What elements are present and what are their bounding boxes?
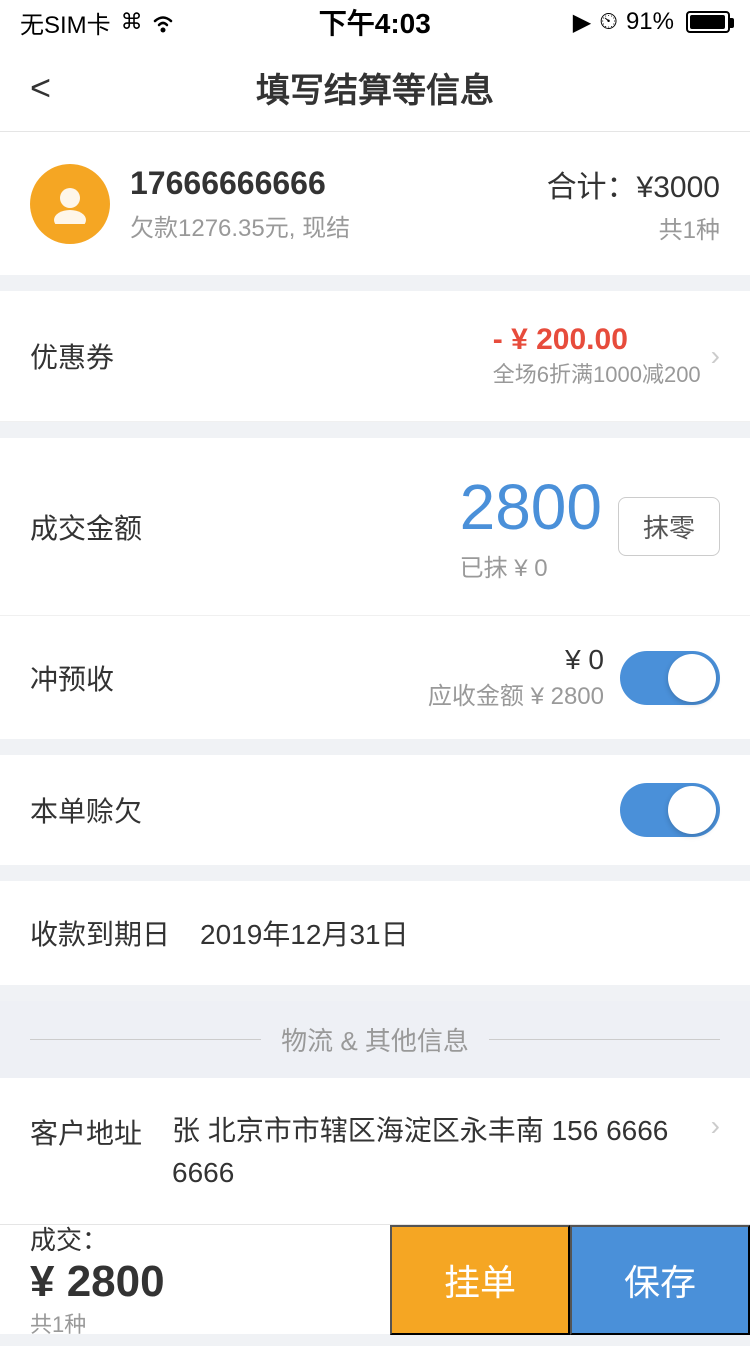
- customer-right: 合计：¥3000 共1种: [547, 162, 720, 245]
- customer-card: 17666666666 欠款1276.35元, 现结 合计：¥3000 共1种: [0, 132, 750, 275]
- status-bar: 无SIM卡 ⌘ 下午4:03 ▶ ⏲ 91%: [0, 0, 750, 44]
- header-line-left: [30, 1039, 261, 1040]
- sheqian-label: 本单赊欠: [30, 790, 142, 830]
- section-header: 物流 & 其他信息: [0, 1001, 750, 1078]
- divider-2: [0, 739, 750, 755]
- battery-icon: [686, 11, 730, 33]
- page-title: 填写结算等信息: [256, 63, 494, 112]
- address-row[interactable]: 客户地址 张 北京市市辖区海淀区永丰南 156 6666 6666 ›: [0, 1078, 750, 1226]
- chong-value: ¥ 0: [428, 644, 604, 676]
- sheqian-row: 本单赊欠: [0, 755, 750, 865]
- due-label: 收款到期日: [30, 913, 170, 953]
- footer-amount: ¥ 2800: [30, 1257, 360, 1307]
- hang-order-button[interactable]: 挂单: [390, 1225, 570, 1335]
- amount-right: 2800 已抹 ¥ 0 抹零: [460, 470, 720, 583]
- chong-row: 冲预收 ¥ 0 应收金额 ¥ 2800: [0, 616, 750, 739]
- status-left: 无SIM卡 ⌘: [20, 5, 177, 40]
- address-chevron-icon: ›: [711, 1110, 720, 1142]
- divider-4: [0, 985, 750, 1001]
- sheqian-toggle[interactable]: [620, 783, 720, 837]
- address-content: 张 北京市市辖区海淀区永丰南 156 6666 6666: [172, 1110, 681, 1194]
- address-label: 客户地址: [30, 1110, 142, 1152]
- section-header-text: 物流 & 其他信息: [281, 1021, 469, 1058]
- avatar: [30, 164, 110, 244]
- footer-deal-label: 成交：: [30, 1220, 360, 1257]
- toggle-knob: [668, 654, 716, 702]
- chong-label: 冲预收: [30, 658, 114, 698]
- customer-left: 17666666666 欠款1276.35元, 现结: [30, 164, 350, 244]
- customer-debt: 欠款1276.35元, 现结: [130, 208, 350, 243]
- due-row: 收款到期日 2019年12月31日: [0, 881, 750, 985]
- coupon-amount: - ¥ 200.00: [493, 323, 701, 357]
- coupon-right: - ¥ 200.00 全场6折满1000减200 ›: [493, 323, 720, 389]
- due-date-value: 2019年12月31日: [200, 913, 409, 953]
- footer-bar: 成交： ¥ 2800 共1种 挂单 保存: [0, 1224, 750, 1334]
- footer-left: 成交： ¥ 2800 共1种: [0, 1220, 390, 1339]
- coupon-desc: 全场6折满1000减200: [493, 357, 701, 389]
- coupon-row[interactable]: 优惠券 - ¥ 200.00 全场6折满1000减200 ›: [0, 291, 750, 422]
- customer-count: 共1种: [547, 210, 720, 245]
- customer-total: 合计：¥3000: [547, 162, 720, 206]
- amount-value: 2800: [460, 470, 602, 544]
- alarm-icon: ⏲: [599, 8, 618, 36]
- customer-phone: 17666666666: [130, 165, 350, 202]
- save-button[interactable]: 保存: [570, 1225, 750, 1335]
- chong-sub: 应收金额 ¥ 2800: [428, 676, 604, 711]
- battery-percent: 91%: [626, 8, 674, 36]
- divider-3: [0, 865, 750, 881]
- nav-bar: < 填写结算等信息: [0, 44, 750, 132]
- chevron-right-icon: ›: [711, 340, 720, 372]
- amount-sub: 已抹 ¥ 0: [460, 548, 602, 583]
- location-icon: ▶: [573, 8, 591, 37]
- customer-info: 17666666666 欠款1276.35元, 现结: [130, 165, 350, 243]
- carrier-label: 无SIM卡: [20, 5, 111, 40]
- status-right: ▶ ⏲ 91%: [573, 8, 730, 37]
- round-zero-button[interactable]: 抹零: [618, 497, 720, 556]
- coupon-label: 优惠券: [30, 336, 114, 376]
- sheqian-toggle-knob: [668, 786, 716, 834]
- wifi-icon: ⌘: [121, 9, 177, 35]
- chong-toggle[interactable]: [620, 651, 720, 705]
- amount-label: 成交金额: [30, 507, 142, 547]
- divider-1: [0, 422, 750, 438]
- amount-section: 成交金额 2800 已抹 ¥ 0 抹零: [0, 438, 750, 616]
- chong-right: ¥ 0 应收金额 ¥ 2800: [428, 644, 720, 711]
- back-button[interactable]: <: [30, 67, 51, 109]
- header-line-right: [489, 1039, 720, 1040]
- status-time: 下午4:03: [319, 2, 431, 42]
